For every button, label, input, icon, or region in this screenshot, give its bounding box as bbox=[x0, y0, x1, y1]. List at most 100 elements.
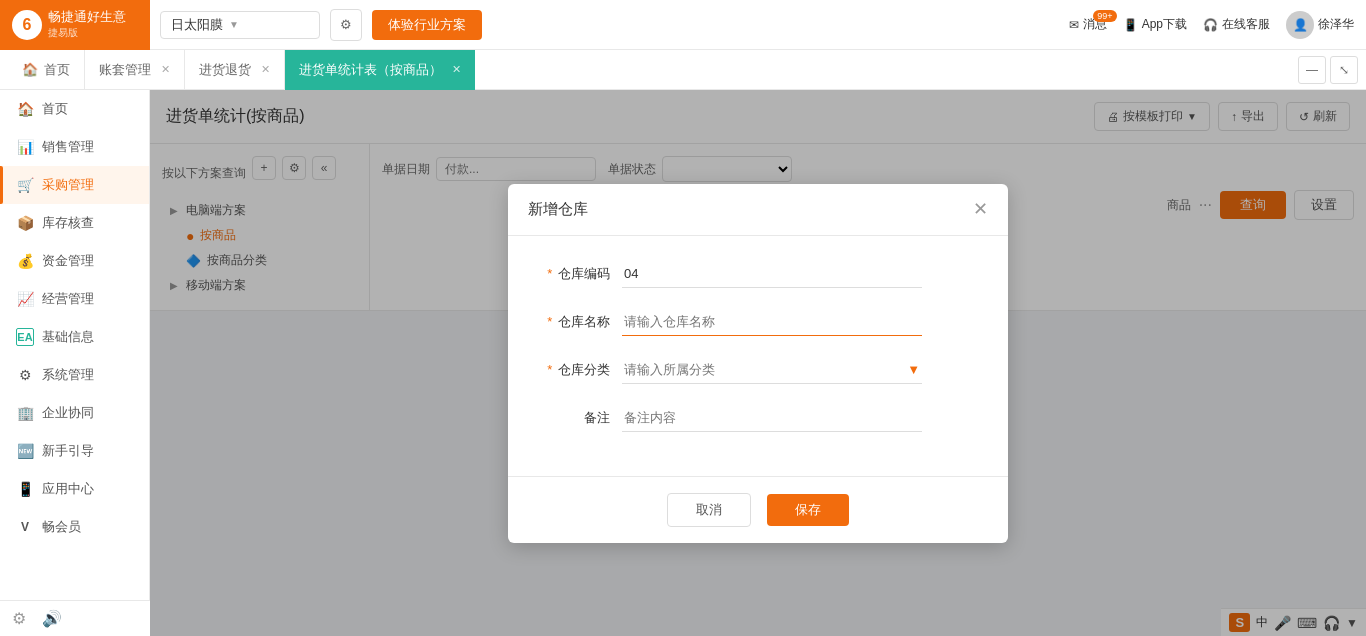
sidebar-vip-label: 畅会员 bbox=[42, 518, 81, 536]
store-name: 日太阳膜 bbox=[171, 16, 223, 34]
app-download-button[interactable]: 📱 App下载 bbox=[1123, 16, 1187, 33]
sidebar-inventory-label: 库存核查 bbox=[42, 214, 94, 232]
category-required-mark: * bbox=[547, 362, 552, 377]
tab-account-label: 账套管理 bbox=[99, 61, 151, 79]
form-row-code: * 仓库编码 bbox=[540, 260, 976, 288]
operations-icon: 📈 bbox=[16, 290, 34, 308]
sidebar: 🏠 首页 📊 销售管理 🛒 采购管理 📦 库存核查 💰 资金管理 📈 经营管理 … bbox=[0, 90, 150, 636]
system-icon: ⚙ bbox=[16, 366, 34, 384]
basic-info-icon: EA bbox=[16, 328, 34, 346]
enterprise-icon: 🏢 bbox=[16, 404, 34, 422]
modal-body: * 仓库编码 * 仓库名称 bbox=[508, 236, 1008, 476]
tab-minimize-button[interactable]: — bbox=[1298, 56, 1326, 84]
tab-home-label: 首页 bbox=[44, 61, 70, 79]
category-label: * 仓库分类 bbox=[540, 361, 610, 379]
messages-button[interactable]: ✉ 消息 99+ bbox=[1069, 16, 1107, 33]
sidebar-item-basic-info[interactable]: EA 基础信息 bbox=[0, 318, 149, 356]
sidebar-item-enterprise[interactable]: 🏢 企业协同 bbox=[0, 394, 149, 432]
messages-badge: 99+ bbox=[1093, 10, 1116, 22]
sidebar-system-label: 系统管理 bbox=[42, 366, 94, 384]
tab-account-close[interactable]: ✕ bbox=[161, 63, 170, 76]
sidebar-item-purchase[interactable]: 🛒 采购管理 bbox=[0, 166, 149, 204]
message-icon: ✉ bbox=[1069, 18, 1079, 32]
sidebar-finance-label: 资金管理 bbox=[42, 252, 94, 270]
category-dropdown-arrow[interactable]: ▼ bbox=[907, 362, 920, 377]
cancel-button[interactable]: 取消 bbox=[667, 493, 751, 527]
sidebar-operations-label: 经营管理 bbox=[42, 290, 94, 308]
store-dropdown-arrow: ▼ bbox=[229, 19, 239, 30]
vip-icon: V bbox=[16, 518, 34, 536]
tab-purchase-return-close[interactable]: ✕ bbox=[261, 63, 270, 76]
form-row-remark: 备注 bbox=[540, 404, 976, 432]
tab-purchase-stats[interactable]: 进货单统计表（按商品） ✕ bbox=[285, 50, 475, 90]
sidebar-basic-info-label: 基础信息 bbox=[42, 328, 94, 346]
mobile-icon: 📱 bbox=[1123, 18, 1138, 32]
sidebar-item-finance[interactable]: 💰 资金管理 bbox=[0, 242, 149, 280]
sidebar-item-operations[interactable]: 📈 经营管理 bbox=[0, 280, 149, 318]
top-header: 6 畅捷通好生意 捷易版 日太阳膜 ▼ ⚙ 体验行业方案 ✉ 消息 99+ 📱 … bbox=[0, 0, 1366, 50]
modal-header: 新增仓库 ✕ bbox=[508, 184, 1008, 236]
trial-button[interactable]: 体验行业方案 bbox=[372, 10, 482, 40]
sidebar-item-system[interactable]: ⚙ 系统管理 bbox=[0, 356, 149, 394]
remark-input[interactable] bbox=[622, 404, 922, 432]
content-area: 进货单统计(按商品) 🖨 按模板打印 ▼ ↑ 导出 ↺ 刷新 bbox=[150, 90, 1366, 636]
sidebar-sales-label: 销售管理 bbox=[42, 138, 94, 156]
warehouse-name-input[interactable] bbox=[622, 308, 922, 336]
sidebar-home-label: 首页 bbox=[42, 100, 68, 118]
main-layout: 🏠 首页 📊 销售管理 🛒 采购管理 📦 库存核查 💰 资金管理 📈 经营管理 … bbox=[0, 90, 1366, 636]
online-service-button[interactable]: 🎧 在线客服 bbox=[1203, 16, 1270, 33]
code-label: * 仓库编码 bbox=[540, 265, 610, 283]
header-right: ✉ 消息 99+ 📱 App下载 🎧 在线客服 👤 徐泽华 bbox=[1069, 11, 1354, 39]
gear-button[interactable]: ⚙ bbox=[330, 9, 362, 41]
sidebar-guide-label: 新手引导 bbox=[42, 442, 94, 460]
category-select-row: ▼ bbox=[622, 356, 922, 384]
sidebar-bottom-bar: ⚙ 🔊 bbox=[0, 600, 150, 636]
store-selector[interactable]: 日太阳膜 ▼ bbox=[160, 11, 320, 39]
sidebar-item-guide[interactable]: 🆕 新手引导 bbox=[0, 432, 149, 470]
inventory-icon: 📦 bbox=[16, 214, 34, 232]
user-area[interactable]: 👤 徐泽华 bbox=[1286, 11, 1354, 39]
category-input[interactable] bbox=[624, 362, 907, 377]
new-warehouse-modal: 新增仓库 ✕ * 仓库编码 * bbox=[508, 184, 1008, 543]
speaker-icon[interactable]: 🔊 bbox=[42, 609, 62, 628]
headset-icon: 🎧 bbox=[1203, 18, 1218, 32]
form-row-category: * 仓库分类 ▼ bbox=[540, 356, 976, 384]
sidebar-item-app-center[interactable]: 📱 应用中心 bbox=[0, 470, 149, 508]
sidebar-app-center-label: 应用中心 bbox=[42, 480, 94, 498]
settings-bottom-icon[interactable]: ⚙ bbox=[12, 609, 26, 628]
tab-home[interactable]: 🏠 首页 bbox=[8, 50, 85, 90]
logo-sub: 捷易版 bbox=[48, 26, 126, 40]
modal-overlay: 新增仓库 ✕ * 仓库编码 * bbox=[150, 90, 1366, 636]
app-center-icon: 📱 bbox=[16, 480, 34, 498]
avatar: 👤 bbox=[1286, 11, 1314, 39]
finance-icon: 💰 bbox=[16, 252, 34, 270]
tab-purchase-return[interactable]: 进货退货 ✕ bbox=[185, 50, 285, 90]
sidebar-enterprise-label: 企业协同 bbox=[42, 404, 94, 422]
home-icon: 🏠 bbox=[16, 100, 34, 118]
logo-area: 6 畅捷通好生意 捷易版 bbox=[0, 0, 150, 50]
name-label: * 仓库名称 bbox=[540, 313, 610, 331]
form-row-name: * 仓库名称 bbox=[540, 308, 976, 336]
tab-controls: — ⤡ bbox=[1298, 56, 1358, 84]
sidebar-item-inventory[interactable]: 📦 库存核查 bbox=[0, 204, 149, 242]
purchase-icon: 🛒 bbox=[16, 176, 34, 194]
modal-footer: 取消 保存 bbox=[508, 476, 1008, 543]
username: 徐泽华 bbox=[1318, 16, 1354, 33]
tab-purchase-return-label: 进货退货 bbox=[199, 61, 251, 79]
tab-account[interactable]: 账套管理 ✕ bbox=[85, 50, 185, 90]
modal-close-button[interactable]: ✕ bbox=[973, 200, 988, 218]
sidebar-item-home[interactable]: 🏠 首页 bbox=[0, 90, 149, 128]
sales-icon: 📊 bbox=[16, 138, 34, 156]
sidebar-item-vip[interactable]: V 畅会员 bbox=[0, 508, 149, 546]
home-tab-icon: 🏠 bbox=[22, 62, 38, 77]
warehouse-code-input[interactable] bbox=[622, 260, 922, 288]
tab-bar: 🏠 首页 账套管理 ✕ 进货退货 ✕ 进货单统计表（按商品） ✕ — ⤡ bbox=[0, 50, 1366, 90]
name-required-mark: * bbox=[547, 314, 552, 329]
remark-label: 备注 bbox=[540, 409, 610, 427]
logo-icon: 6 bbox=[12, 10, 42, 40]
save-button[interactable]: 保存 bbox=[767, 494, 849, 526]
code-required-mark: * bbox=[547, 266, 552, 281]
tab-expand-button[interactable]: ⤡ bbox=[1330, 56, 1358, 84]
sidebar-item-sales[interactable]: 📊 销售管理 bbox=[0, 128, 149, 166]
tab-purchase-stats-close[interactable]: ✕ bbox=[452, 63, 461, 76]
